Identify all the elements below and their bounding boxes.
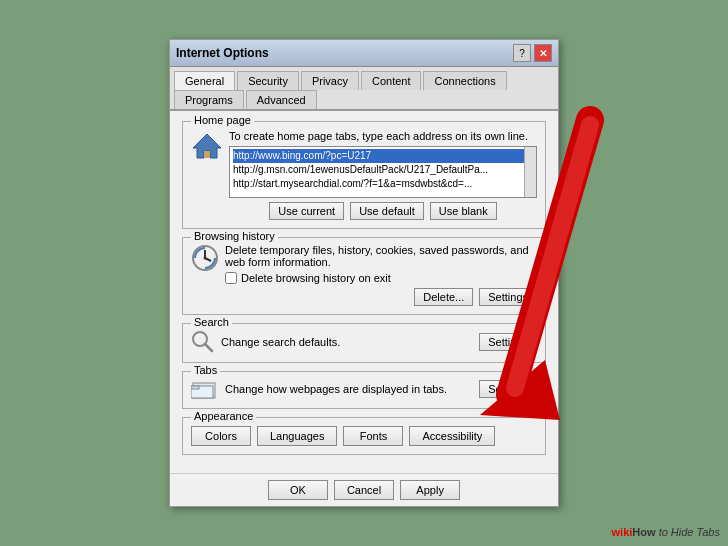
svg-line-7 [205, 344, 212, 351]
accessibility-button[interactable]: Accessibility [409, 426, 495, 446]
appearance-buttons: Colors Languages Fonts Accessibility [191, 426, 537, 446]
svg-rect-10 [191, 386, 199, 389]
apply-button[interactable]: Apply [400, 480, 460, 500]
home-page-group: Home page To create home page tabs, type… [182, 121, 546, 229]
tab-connections[interactable]: Connections [423, 71, 506, 90]
search-label: Search [191, 316, 232, 328]
svg-point-5 [204, 257, 207, 260]
clock-icon [191, 244, 219, 272]
browsing-history-group: Browsing history Delete temporary files,… [182, 237, 546, 315]
tabs-description: Change how webpages are displayed in tab… [225, 383, 473, 395]
tabs-settings-group: Tabs Change how webpages are displayed i… [182, 371, 546, 409]
home-page-description: To create home page tabs, type each addr… [229, 130, 537, 142]
home-page-label: Home page [191, 114, 254, 126]
appearance-group: Appearance Colors Languages Fonts Access… [182, 417, 546, 455]
wiki-suffix: to Hide Tabs [656, 526, 720, 538]
tabs-section-label: Tabs [191, 364, 220, 376]
home-url-textarea[interactable]: http://www.bing.com/?pc=U217 http://g.ms… [229, 146, 537, 198]
tabs-settings-button[interactable]: Settings [479, 380, 537, 398]
titlebar: Internet Options ? ✕ [170, 40, 558, 67]
search-settings-button[interactable]: Settings [479, 333, 537, 351]
tab-content[interactable]: Content [361, 71, 422, 90]
url-3: http://start.mysearchdial.com/?f=1&a=msd… [233, 178, 472, 189]
titlebar-controls: ? ✕ [513, 44, 552, 62]
tab-general[interactable]: General [174, 71, 235, 92]
languages-button[interactable]: Languages [257, 426, 337, 446]
tab-security[interactable]: Security [237, 71, 299, 90]
tabs-icon [191, 378, 219, 400]
svg-rect-1 [204, 151, 210, 158]
browsing-history-label: Browsing history [191, 230, 278, 242]
fonts-button[interactable]: Fonts [343, 426, 403, 446]
use-blank-button[interactable]: Use blank [430, 202, 497, 220]
browsing-settings-button[interactable]: Settings [479, 288, 537, 306]
dialog-body: Home page To create home page tabs, type… [170, 111, 558, 473]
colors-button[interactable]: Colors [191, 426, 251, 446]
house-icon [191, 130, 223, 162]
home-buttons: Use current Use default Use blank [229, 202, 537, 220]
delete-history-checkbox[interactable] [225, 272, 237, 284]
wiki-prefix: wiki [612, 526, 633, 538]
delete-history-label: Delete browsing history on exit [241, 272, 391, 284]
tab-privacy[interactable]: Privacy [301, 71, 359, 90]
use-default-button[interactable]: Use default [350, 202, 424, 220]
search-description: Change search defaults. [221, 336, 473, 348]
tab-bar: General Security Privacy Content Connect… [170, 67, 558, 111]
search-group: Search Change search defaults. Settings [182, 323, 546, 363]
dialog-footer: OK Cancel Apply [170, 473, 558, 506]
use-current-button[interactable]: Use current [269, 202, 344, 220]
close-button[interactable]: ✕ [534, 44, 552, 62]
browsing-description: Delete temporary files, history, cookies… [225, 244, 537, 268]
url-scrollbar[interactable] [524, 147, 536, 197]
search-icon [191, 330, 215, 354]
dialog-title: Internet Options [176, 46, 269, 60]
tabs-content: Change how webpages are displayed in tab… [191, 378, 537, 400]
url-2: http://g.msn.com/1ewenusDefaultPack/U217… [233, 164, 488, 175]
wiki-how: How [632, 526, 655, 538]
help-button[interactable]: ? [513, 44, 531, 62]
wikihow-watermark: wikiHow to Hide Tabs [612, 526, 720, 538]
internet-options-dialog: Internet Options ? ✕ General Security Pr… [169, 39, 559, 507]
delete-buttons: Delete... Settings [225, 288, 537, 306]
url-1: http://www.bing.com/?pc=U217 [233, 149, 533, 163]
appearance-label: Appearance [191, 410, 256, 422]
delete-history-checkbox-row: Delete browsing history on exit [225, 272, 537, 284]
tab-advanced[interactable]: Advanced [246, 90, 317, 109]
ok-button[interactable]: OK [268, 480, 328, 500]
cancel-button[interactable]: Cancel [334, 480, 394, 500]
search-content: Change search defaults. Settings [191, 330, 537, 354]
tab-programs[interactable]: Programs [174, 90, 244, 109]
delete-button[interactable]: Delete... [414, 288, 473, 306]
